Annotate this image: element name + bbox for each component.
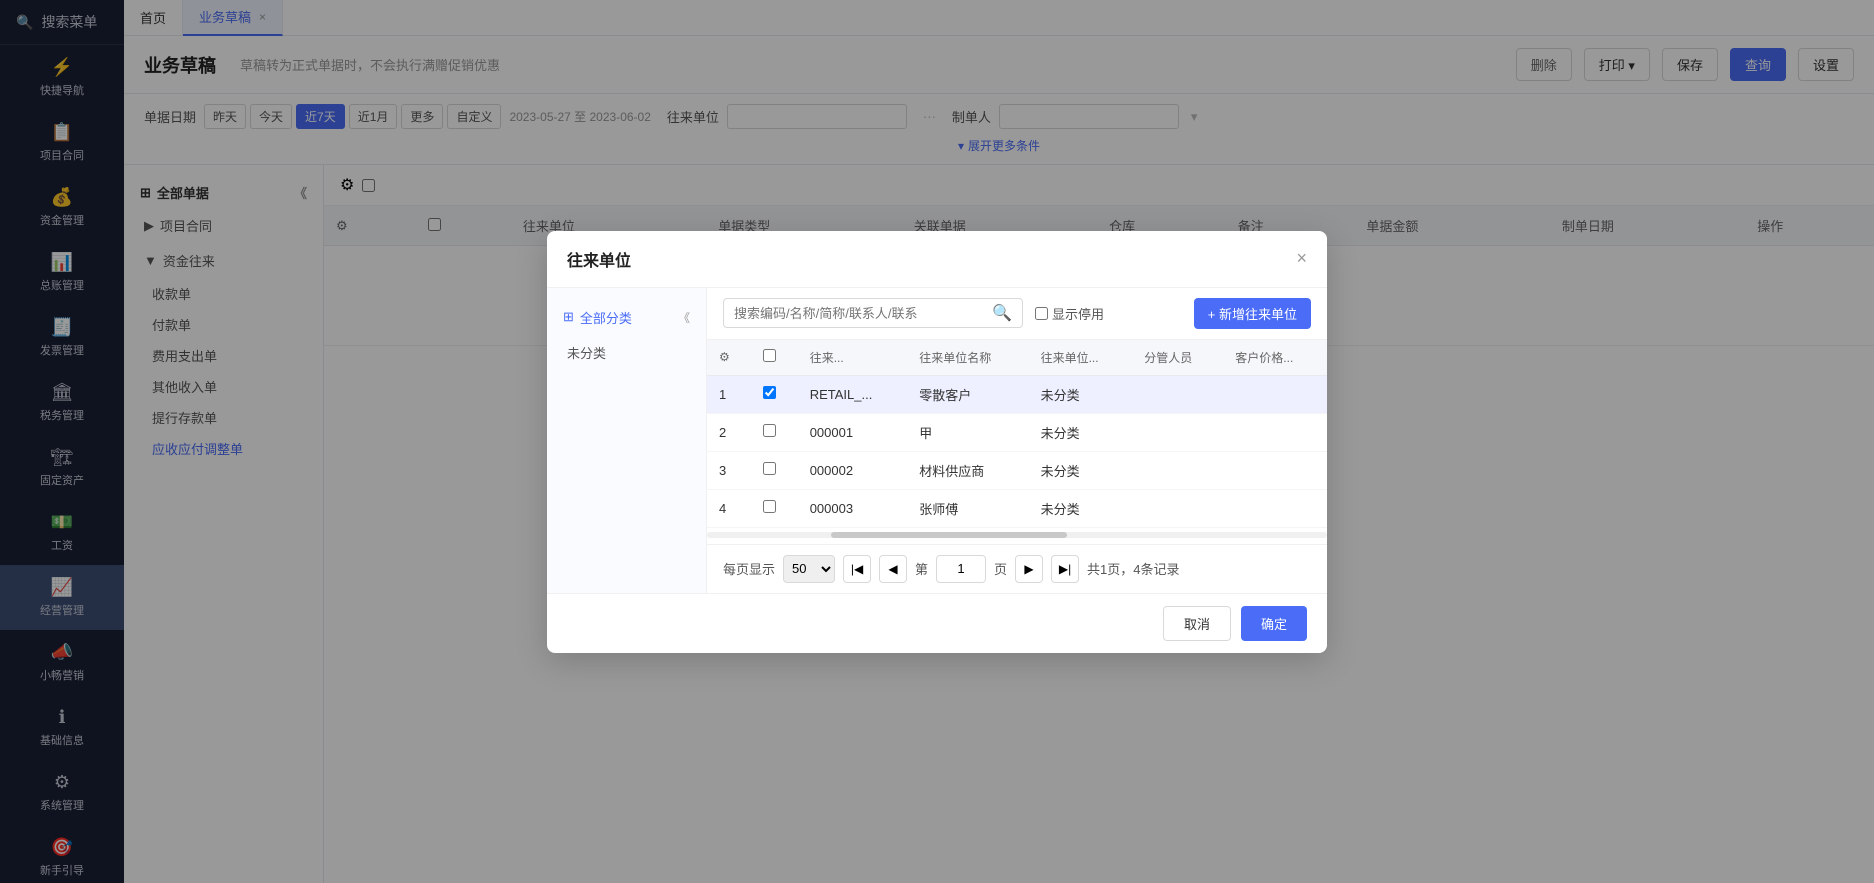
all-category-label[interactable]: 全部分类 [580,308,632,327]
row4-checkbox[interactable] [751,489,798,527]
row3-price [1223,451,1327,489]
row4-price [1223,489,1327,527]
modal-col-price: 客户价格... [1223,340,1327,376]
row2-manager [1132,413,1223,451]
modal-toolbar: 🔍 显示停用 + 新增往来单位 [707,288,1327,340]
modal-footer: 取消 确定 [547,593,1327,653]
row1-category: 未分类 [1029,375,1133,413]
grid-icon2: ⊞ [563,309,574,325]
search-icon2: 🔍 [992,303,1012,323]
modal-table-wrap: ⚙ 往来... 往来单位名称 往来单位... 分管人员 客户价格... 1 [707,340,1327,544]
row3-no: 3 [707,451,751,489]
pagination: 每页显示 50 100 |◀ ◀ 第 页 ▶ ▶| 共1页，4条记录 [707,544,1327,593]
counterpart-modal: 往来单位 × ⊞ 全部分类 《 未分类 🔍 [547,231,1327,653]
row4-manager [1132,489,1223,527]
collapse-icon2[interactable]: 《 [678,309,690,326]
modal-left-panel: ⊞ 全部分类 《 未分类 [547,288,707,593]
unclassified-label: 未分类 [567,346,606,361]
last-page-button[interactable]: ▶| [1051,555,1079,583]
table-row[interactable]: 4 000003 张师傅 未分类 [707,489,1327,527]
row4-category: 未分类 [1029,489,1133,527]
show-disabled-label[interactable]: 显示停用 [1035,304,1104,323]
row2-category: 未分类 [1029,413,1133,451]
row4-name: 张师傅 [907,489,1028,527]
modal-col-category: 往来单位... [1029,340,1133,376]
row3-manager [1132,451,1223,489]
modal-header: 往来单位 × [547,231,1327,288]
modal-col-checkbox [751,340,798,376]
row1-no: 1 [707,375,751,413]
scrollbar[interactable] [707,532,1327,540]
row2-no: 2 [707,413,751,451]
page-label: 第 [915,559,928,578]
modal-col-code: 往来... [798,340,908,376]
modal-col-manager: 分管人员 [1132,340,1223,376]
total-records-label: 共1页，4条记录 [1087,559,1179,578]
modal-right-panel: 🔍 显示停用 + 新增往来单位 ⚙ 往来... 往来单位名称 [707,288,1327,593]
row3-checkbox[interactable] [751,451,798,489]
modal-body: ⊞ 全部分类 《 未分类 🔍 显示停用 + 新增往来单位 [547,288,1327,593]
modal-col-name: 往来单位名称 [907,340,1028,376]
row1-manager [1132,375,1223,413]
next-page-button[interactable]: ▶ [1015,555,1043,583]
table-row[interactable]: 3 000002 材料供应商 未分类 [707,451,1327,489]
search-box: 🔍 [723,298,1023,328]
row2-name: 甲 [907,413,1028,451]
row2-code: 000001 [798,413,908,451]
show-disabled-checkbox[interactable] [1035,307,1048,320]
table-row[interactable]: 2 000001 甲 未分类 [707,413,1327,451]
table-row[interactable]: 1 RETAIL_... 零散客户 未分类 [707,375,1327,413]
row3-category: 未分类 [1029,451,1133,489]
row1-code: RETAIL_... [798,375,908,413]
row1-name: 零散客户 [907,375,1028,413]
row4-no: 4 [707,489,751,527]
add-counterpart-button[interactable]: + 新增往来单位 [1194,298,1311,329]
search-input[interactable] [734,306,986,321]
first-page-button[interactable]: |◀ [843,555,871,583]
per-page-select[interactable]: 50 100 [783,555,835,583]
row3-code: 000002 [798,451,908,489]
row2-checkbox[interactable] [751,413,798,451]
row1-price [1223,375,1327,413]
modal-table: ⚙ 往来... 往来单位名称 往来单位... 分管人员 客户价格... 1 [707,340,1327,528]
modal-col-settings: ⚙ [707,340,751,376]
row4-code: 000003 [798,489,908,527]
row2-price [1223,413,1327,451]
modal-left-header: ⊞ 全部分类 《 [547,300,706,335]
cancel-button[interactable]: 取消 [1163,606,1231,641]
modal-left-unclassified[interactable]: 未分类 [547,335,706,370]
prev-page-button[interactable]: ◀ [879,555,907,583]
page-suffix-label: 页 [994,559,1007,578]
confirm-button[interactable]: 确定 [1241,606,1307,641]
per-page-label: 每页显示 [723,559,775,578]
row3-name: 材料供应商 [907,451,1028,489]
modal-close-button[interactable]: × [1296,248,1307,269]
row1-checkbox[interactable] [751,375,798,413]
page-number-input[interactable] [936,555,986,583]
modal-title: 往来单位 [567,247,631,271]
